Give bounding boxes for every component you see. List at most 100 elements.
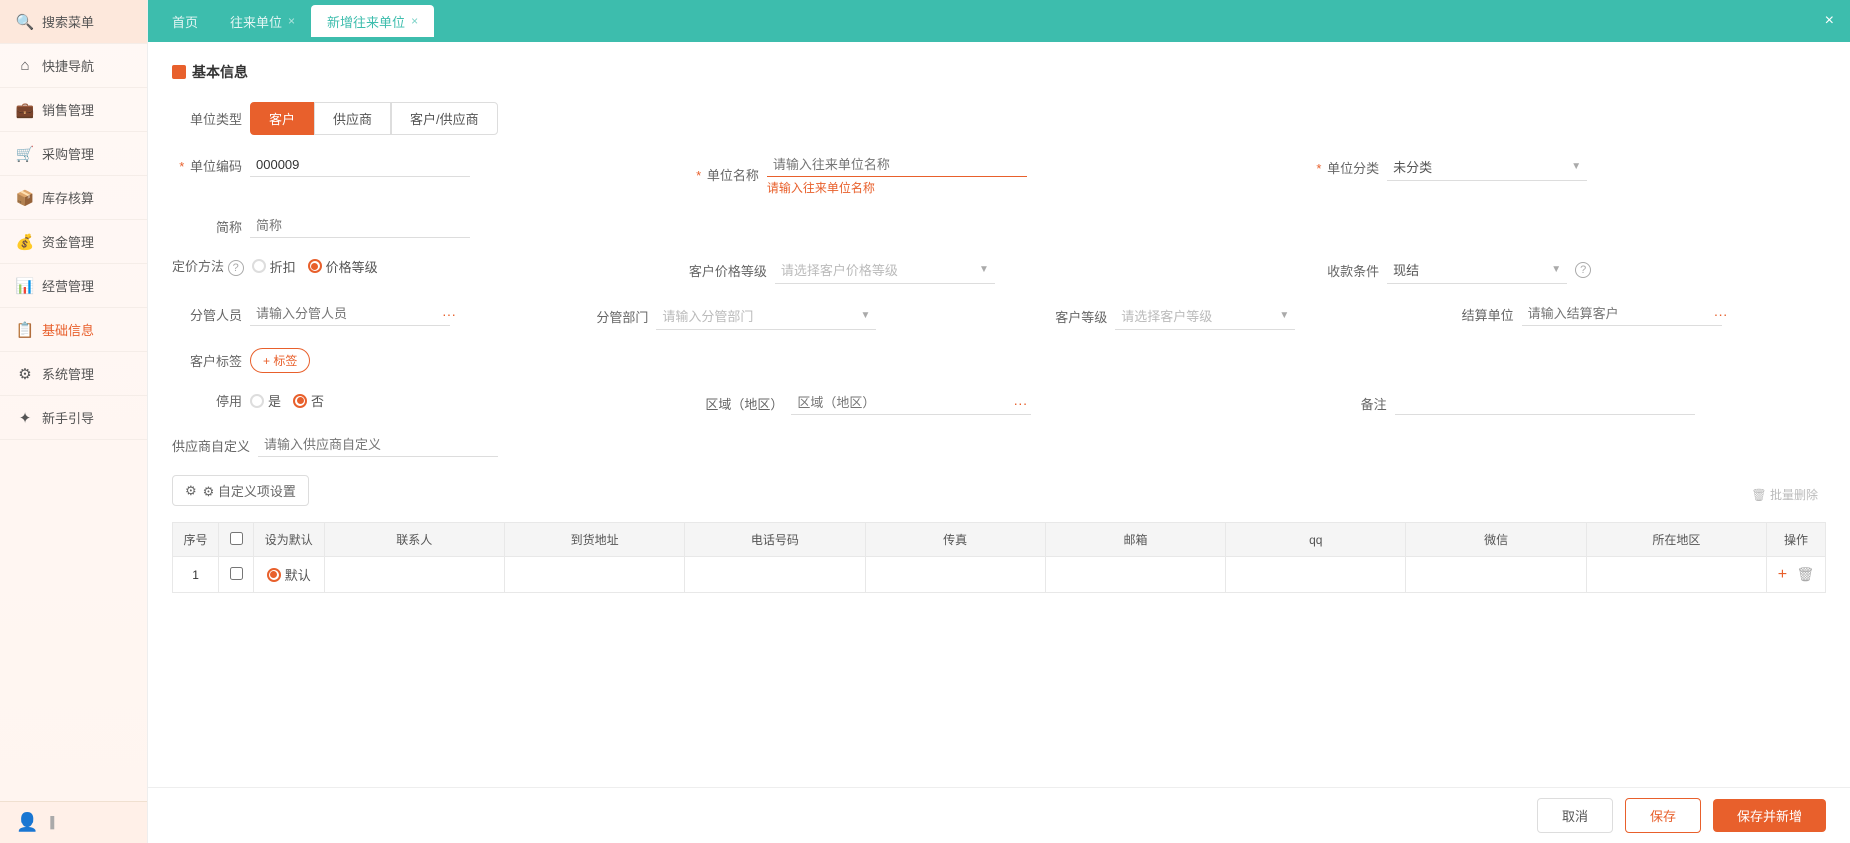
region-dots-button[interactable]: ··· — [1009, 395, 1031, 411]
cell-fax[interactable] — [865, 557, 1045, 593]
sidebar-item-inventory[interactable]: 📦 库存核算 — [0, 176, 147, 220]
department-select[interactable]: 请输入分管部门 ▼ — [656, 302, 876, 330]
customer-level-select[interactable]: 请选择客户等级 ▼ — [1115, 302, 1295, 330]
address-input[interactable] — [515, 568, 674, 582]
tag-row: 客户标签 + 标签 — [172, 348, 1826, 373]
contact-input[interactable] — [335, 568, 494, 582]
settlement-unit-wrapper: ··· — [1522, 302, 1722, 326]
region-label: 区域（地区） — [705, 394, 783, 413]
batch-delete-button[interactable]: 🗑 批量删除 — [1743, 482, 1826, 507]
email-input[interactable] — [1056, 568, 1215, 582]
customer-level-placeholder: 请选择客户等级 — [1121, 306, 1275, 325]
payment-terms-select[interactable]: 现结 ▼ — [1387, 256, 1567, 284]
add-row-button[interactable]: + — [1778, 566, 1787, 583]
pricing-level-radio[interactable]: 价格等级 — [308, 257, 378, 276]
row-checkbox[interactable] — [230, 567, 243, 580]
sidebar-item-purchase[interactable]: 🛒 采购管理 — [0, 132, 147, 176]
settlement-dots-button[interactable]: ··· — [1710, 306, 1732, 322]
disabled-field: 停用 是 否 — [172, 391, 681, 410]
customer-price-level-select[interactable]: 请选择客户价格等级 ▼ — [775, 256, 995, 284]
add-tag-button[interactable]: + 标签 — [250, 348, 310, 373]
remark-input[interactable] — [1395, 391, 1695, 415]
col-wechat: 微信 — [1406, 523, 1586, 557]
short-name-field: 简称 — [172, 214, 1826, 238]
payment-terms-field: 收款条件 现结 ▼ ? — [1309, 256, 1826, 284]
customer-level-field: 客户等级 请选择客户等级 ▼ — [1037, 302, 1419, 330]
sales-icon: 💼 — [16, 101, 34, 119]
wechat-input[interactable] — [1416, 568, 1575, 582]
cell-qq[interactable] — [1226, 557, 1406, 593]
sidebar-item-basic[interactable]: 📋 基础信息 — [0, 308, 147, 352]
unit-category-select[interactable]: 未分类 ▼ — [1387, 153, 1587, 181]
sidebar-item-quicknav[interactable]: ⌂ 快捷导航 — [0, 44, 147, 88]
inventory-icon: 📦 — [16, 189, 34, 207]
sidebar-item-operation[interactable]: 📊 经营管理 — [0, 264, 147, 308]
tag-field: 客户标签 + 标签 — [172, 348, 1826, 373]
cell-checkbox[interactable] — [219, 557, 254, 593]
sidebar-item-guide[interactable]: ✦ 新手引导 — [0, 396, 147, 440]
unit-code-field: * 单位编码 — [172, 153, 689, 177]
sidebar-item-label: 基础信息 — [42, 320, 94, 339]
cell-default[interactable]: 默认 — [253, 557, 324, 593]
phone-input[interactable] — [695, 568, 854, 582]
fax-input[interactable] — [876, 568, 1035, 582]
sidebar-item-label: 销售管理 — [42, 100, 94, 119]
home-icon: ⌂ — [16, 57, 34, 75]
tab-home[interactable]: 首页 — [156, 5, 214, 37]
tab-partners[interactable]: 往来单位 × — [214, 5, 311, 37]
sidebar-item-search[interactable]: 🔍 搜索菜单 — [0, 0, 147, 44]
cancel-button[interactable]: 取消 — [1537, 798, 1613, 833]
cell-wechat[interactable] — [1406, 557, 1586, 593]
delete-row-button[interactable]: 🗑 — [1796, 566, 1814, 582]
type-btn-customer[interactable]: 客户 — [250, 102, 314, 135]
col-fax: 传真 — [865, 523, 1045, 557]
table-header-row: 序号 设为默认 联系人 到货地址 电话号码 传真 邮箱 qq 微信 所在地区 操… — [173, 523, 1826, 557]
manager-dots-button[interactable]: ··· — [438, 306, 460, 322]
pricing-discount-radio[interactable]: 折扣 — [252, 257, 296, 276]
cell-contact[interactable] — [324, 557, 504, 593]
cell-phone[interactable] — [685, 557, 865, 593]
qq-input[interactable] — [1236, 568, 1395, 582]
disabled-no-radio[interactable]: 否 — [293, 391, 324, 410]
default-radio[interactable]: 默认 — [264, 565, 314, 584]
tab-new-partner[interactable]: 新增往来单位 × — [311, 5, 434, 37]
region-input2[interactable] — [1597, 568, 1756, 582]
cell-region[interactable] — [1586, 557, 1766, 593]
settlement-unit-label: 结算单位 — [1444, 305, 1514, 324]
unit-category-field: * 单位分类 未分类 ▼ — [1309, 153, 1826, 181]
help-icon[interactable]: ? — [228, 260, 244, 276]
sidebar-item-finance[interactable]: 💰 资金管理 — [0, 220, 147, 264]
supplier-custom-input[interactable] — [258, 433, 498, 457]
disabled-label: 停用 — [172, 391, 242, 410]
department-placeholder: 请输入分管部门 — [662, 306, 856, 325]
disabled-radios: 是 否 — [250, 391, 324, 410]
short-name-input[interactable] — [250, 214, 470, 238]
unit-code-input[interactable] — [250, 153, 470, 177]
disabled-yes-radio[interactable]: 是 — [250, 391, 281, 410]
save-new-button[interactable]: 保存并新增 — [1713, 799, 1826, 832]
guide-icon: ✦ — [16, 409, 34, 427]
type-btn-both[interactable]: 客户/供应商 — [391, 102, 498, 135]
help-icon2[interactable]: ? — [1575, 262, 1591, 278]
unit-name-field: * 单位名称 请输入往来单位名称 — [689, 153, 1309, 196]
custom-settings-button[interactable]: ⚙ ⚙ 自定义项设置 — [172, 475, 309, 506]
sidebar-item-sales[interactable]: 💼 销售管理 — [0, 88, 147, 132]
select-all-checkbox[interactable] — [230, 532, 243, 545]
type-btn-supplier[interactable]: 供应商 — [314, 102, 391, 135]
tab-partners-close[interactable]: × — [288, 14, 295, 28]
settlement-unit-field: 结算单位 ··· — [1444, 302, 1826, 326]
unit-name-input[interactable] — [767, 153, 1027, 177]
sidebar-item-system[interactable]: ⚙ 系统管理 — [0, 352, 147, 396]
region-input[interactable] — [791, 391, 1009, 414]
sidebar-item-label: 采购管理 — [42, 144, 94, 163]
tab-new-partner-close[interactable]: × — [411, 14, 418, 28]
settlement-unit-input[interactable] — [1522, 302, 1710, 325]
cell-address[interactable] — [504, 557, 684, 593]
sidebar-item-label: 经营管理 — [42, 276, 94, 295]
remark-field: 备注 — [1317, 391, 1826, 415]
save-button[interactable]: 保存 — [1625, 798, 1701, 833]
manager-input[interactable] — [250, 302, 438, 325]
col-seq: 序号 — [173, 523, 219, 557]
cell-email[interactable] — [1045, 557, 1225, 593]
close-window-button[interactable]: × — [1817, 12, 1842, 30]
